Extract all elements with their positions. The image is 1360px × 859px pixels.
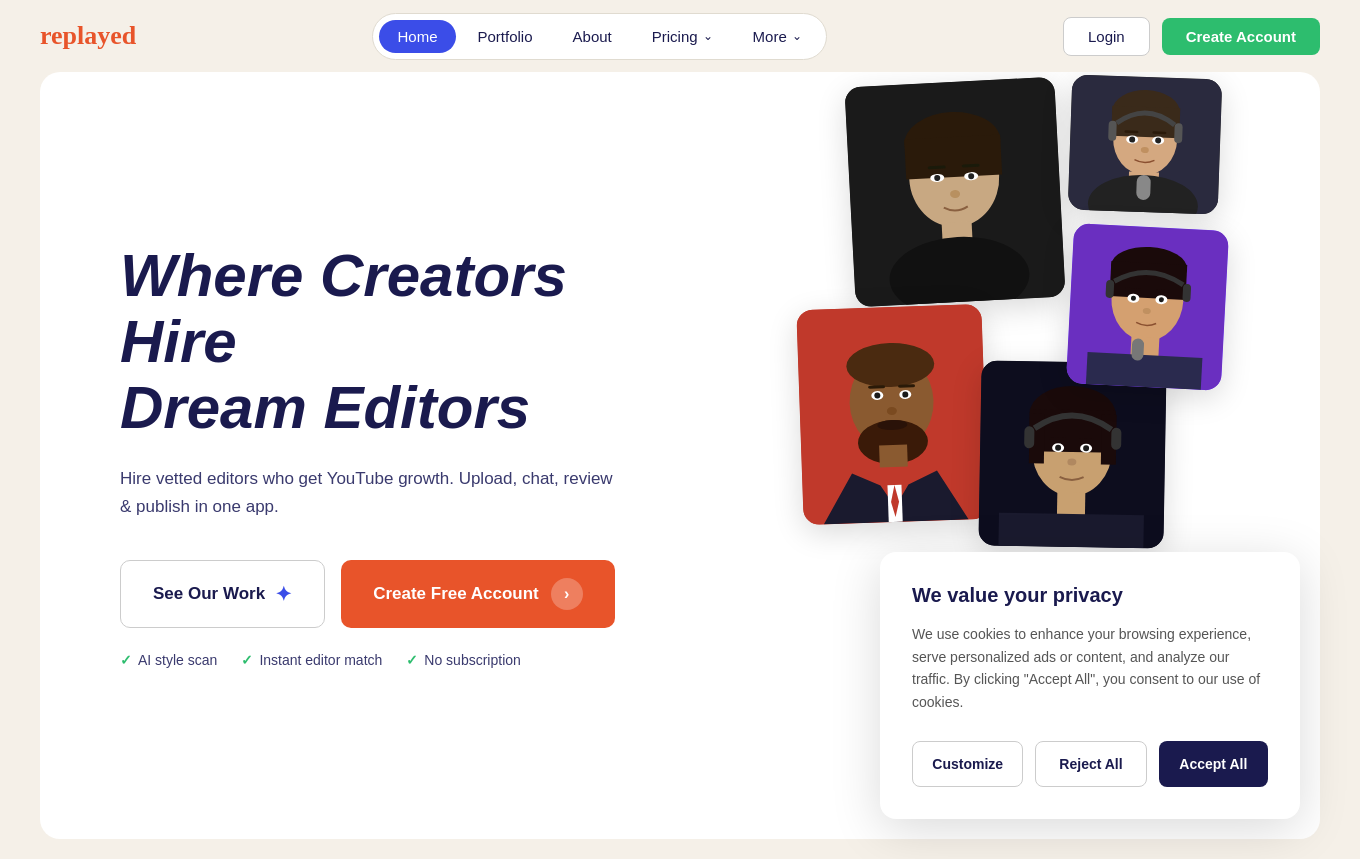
navbar: replayed Home Portfolio About Pricing ⌄ …: [0, 0, 1360, 72]
nav-link-more[interactable]: More ⌄: [735, 20, 820, 53]
hero-title: Where Creators Hire Dream Editors: [120, 243, 680, 441]
svg-rect-59: [1079, 438, 1096, 441]
nav-link-pricing[interactable]: Pricing ⌄: [634, 20, 731, 53]
editor-card-1: [844, 77, 1065, 308]
cookie-banner: We value your privacy We use cookies to …: [880, 552, 1300, 819]
hero-content: Where Creators Hire Dream Editors Hire v…: [40, 183, 760, 727]
nav-link-portfolio[interactable]: Portfolio: [460, 20, 551, 53]
svg-rect-69: [1131, 338, 1144, 361]
nav-link-home[interactable]: Home: [379, 20, 455, 53]
check-icon-2: ✓: [241, 652, 253, 668]
svg-rect-19: [1108, 121, 1117, 141]
hero-subtitle: Hire vetted editors who get YouTube grow…: [120, 465, 620, 519]
svg-rect-50: [1024, 426, 1034, 448]
svg-rect-41: [898, 384, 915, 388]
see-our-work-button[interactable]: See Our Work ✦: [120, 560, 325, 628]
editor-card-2: [1068, 74, 1223, 214]
hero-buttons: See Our Work ✦ Create Free Account ›: [120, 560, 680, 628]
svg-rect-26: [1124, 130, 1138, 133]
svg-rect-3: [904, 135, 1002, 180]
accept-all-button[interactable]: Accept All: [1159, 741, 1268, 787]
svg-rect-58: [1049, 438, 1066, 441]
feature-editor-match: ✓ Instant editor match: [241, 652, 382, 668]
feature-no-subscription: ✓ No subscription: [406, 652, 521, 668]
nav-links-container: Home Portfolio About Pricing ⌄ More ⌄: [372, 13, 826, 60]
login-button[interactable]: Login: [1063, 17, 1150, 56]
editor-card-4: [978, 360, 1166, 548]
hero-features: ✓ AI style scan ✓ Instant editor match ✓…: [120, 652, 680, 668]
editor-card-3: [796, 304, 988, 525]
reject-all-button[interactable]: Reject All: [1035, 741, 1146, 787]
feature-ai-scan: ✓ AI style scan: [120, 652, 217, 668]
cookie-body: We use cookies to enhance your browsing …: [912, 623, 1268, 713]
create-account-button[interactable]: Create Account: [1162, 18, 1320, 55]
nav-actions: Login Create Account: [1063, 17, 1320, 56]
check-icon-3: ✓: [406, 652, 418, 668]
arrow-right-icon: ›: [551, 578, 583, 610]
logo: replayed: [40, 21, 136, 51]
sparkle-icon: ✦: [275, 582, 292, 606]
customize-button[interactable]: Customize: [912, 741, 1023, 787]
create-free-account-button[interactable]: Create Free Account ›: [341, 560, 615, 628]
svg-rect-52: [1057, 492, 1085, 517]
cookie-title: We value your privacy: [912, 584, 1268, 607]
svg-rect-21: [1136, 175, 1151, 200]
more-chevron-icon: ⌄: [792, 29, 802, 43]
svg-rect-33: [879, 445, 908, 468]
pricing-chevron-icon: ⌄: [703, 29, 713, 43]
nav-link-about[interactable]: About: [555, 20, 630, 53]
svg-rect-51: [1111, 428, 1121, 450]
editor-card-5: [1066, 223, 1229, 391]
svg-rect-27: [1152, 131, 1166, 134]
svg-rect-20: [1174, 123, 1183, 143]
svg-rect-68: [1182, 284, 1191, 302]
check-icon-1: ✓: [120, 652, 132, 668]
svg-rect-67: [1105, 280, 1114, 298]
cookie-buttons: Customize Reject All Accept All: [912, 741, 1268, 787]
svg-rect-40: [868, 385, 885, 389]
svg-rect-66: [1086, 352, 1203, 390]
svg-rect-53: [998, 513, 1144, 549]
